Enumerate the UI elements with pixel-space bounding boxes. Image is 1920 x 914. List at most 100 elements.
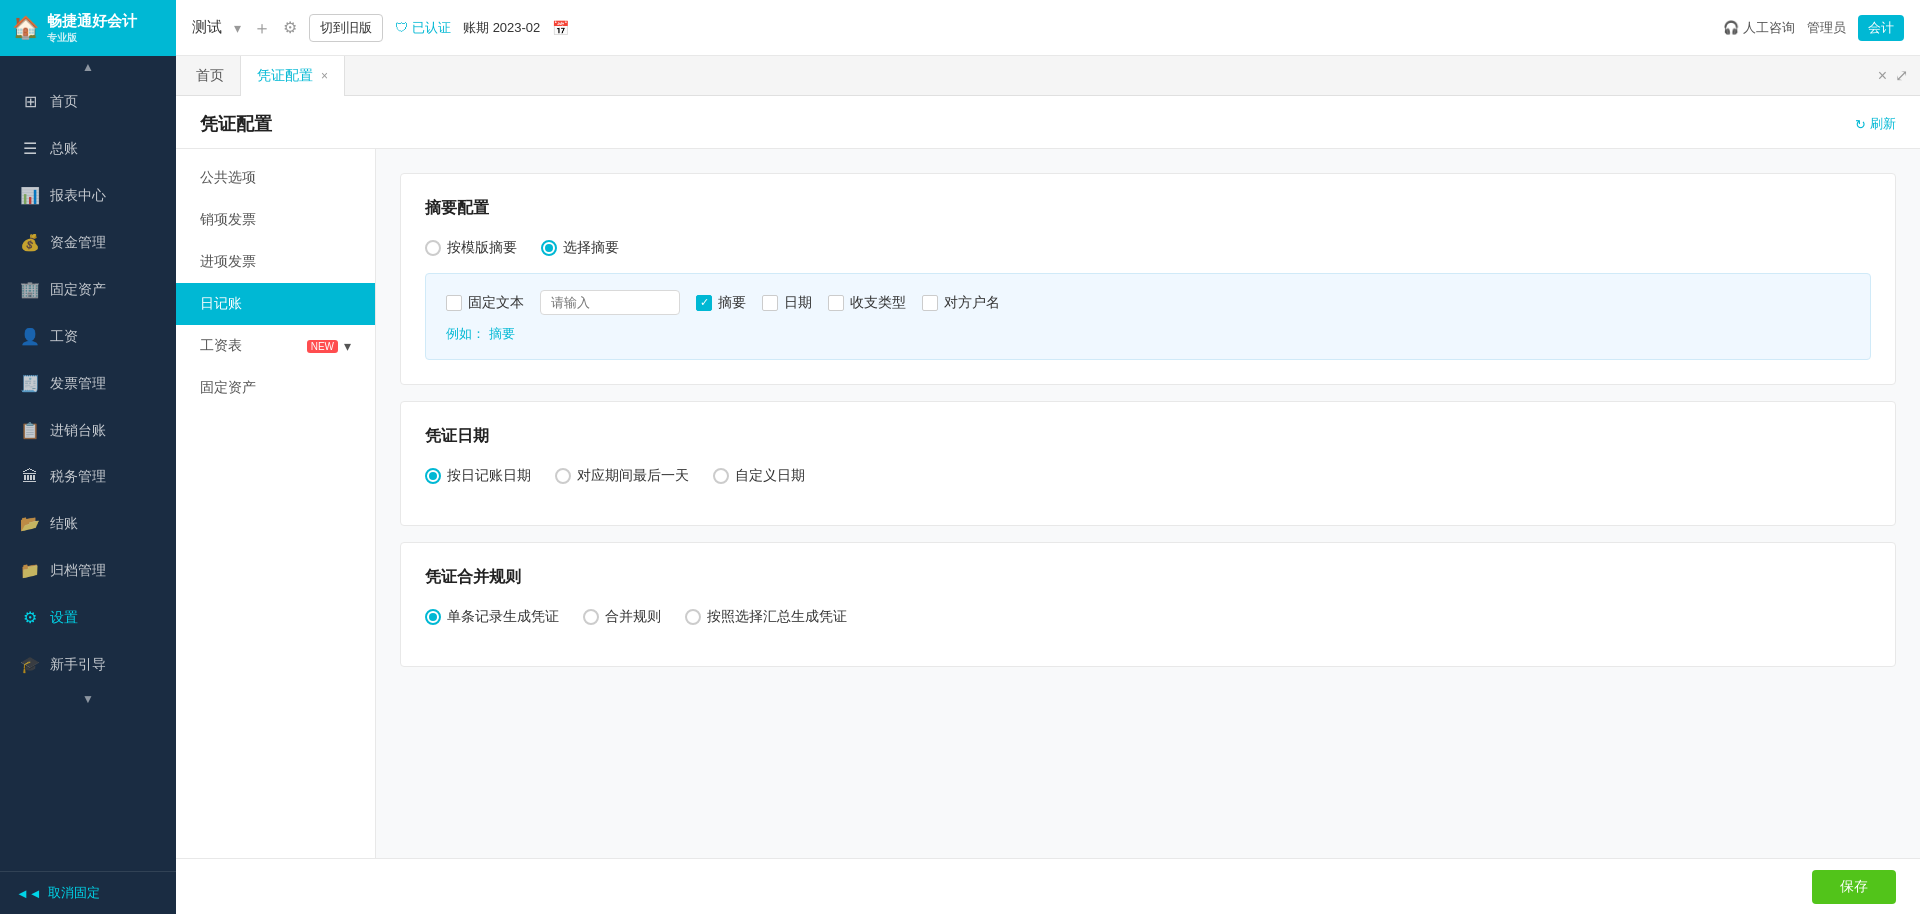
radio-journal-date[interactable]: 按日记账日期 <box>425 467 531 485</box>
left-nav-sales-invoice[interactable]: 销项发票 <box>176 199 375 241</box>
company-dropdown-icon[interactable]: ▾ <box>234 20 241 36</box>
sidebar-item-home[interactable]: ⊞ 首页 <box>0 78 176 125</box>
radio-period-last-day[interactable]: 对应期间最后一天 <box>555 467 689 485</box>
sidebar-item-tax[interactable]: 🏛 税务管理 <box>0 454 176 500</box>
sidebar-item-funds[interactable]: 💰 资金管理 <box>0 219 176 266</box>
tab-voucher-config-label: 凭证配置 <box>257 67 313 85</box>
sidebar-item-fixed-assets[interactable]: 🏢 固定资产 <box>0 266 176 313</box>
summary-radio-group: 按模版摘要 选择摘要 <box>425 239 1871 257</box>
sidebar-item-invoice-mgmt[interactable]: 🧾 发票管理 <box>0 360 176 407</box>
close-tab-btn[interactable]: × <box>1878 67 1887 85</box>
headset-icon: 🎧 <box>1723 20 1739 35</box>
merge-rules-section: 凭证合并规则 单条记录生成凭证 合并规则 按照选择汇总生成凭证 <box>400 542 1896 667</box>
save-button[interactable]: 保存 <box>1812 870 1896 904</box>
checkbox-income-type-label: 收支类型 <box>850 294 906 312</box>
radio-merge-rules[interactable]: 合并规则 <box>583 608 661 626</box>
left-nav-public-options[interactable]: 公共选项 <box>176 157 375 199</box>
checkbox-fixed-text[interactable]: 固定文本 <box>446 294 524 312</box>
app-edition: 专业版 <box>47 31 137 45</box>
sidebar-item-sales-ledger[interactable]: 📋 进销台账 <box>0 407 176 454</box>
checkbox-date[interactable]: 日期 <box>762 294 812 312</box>
company-name: 测试 <box>192 18 222 37</box>
tab-home[interactable]: 首页 <box>180 56 241 96</box>
tab-home-label: 首页 <box>196 67 224 85</box>
checkbox-summary[interactable]: ✓ 摘要 <box>696 294 746 312</box>
new-badge: NEW <box>307 340 338 353</box>
radio-circle-single-record <box>425 609 441 625</box>
accountant-label: 会计 <box>1858 15 1904 41</box>
main-area: 测试 ▾ ＋ ⚙ 切到旧版 🛡 已认证 账期 2023-02 📅 🎧 人工咨询 … <box>176 0 1920 914</box>
scroll-down-arrow[interactable]: ▼ <box>82 692 94 706</box>
archive-icon: 📁 <box>20 561 40 580</box>
refresh-btn[interactable]: ↻ 刷新 <box>1855 115 1896 133</box>
sidebar-item-settings[interactable]: ⚙ 设置 <box>0 594 176 641</box>
invoice-icon: 🧾 <box>20 374 40 393</box>
tax-icon: 🏛 <box>20 468 40 486</box>
switch-old-version-btn[interactable]: 切到旧版 <box>309 14 383 42</box>
example-prefix: 例如： <box>446 326 485 341</box>
sidebar-item-label: 设置 <box>50 609 78 627</box>
summary-config-section: 摘要配置 按模版摘要 选择摘要 <box>400 173 1896 385</box>
expand-btn[interactable]: ⤢ <box>1895 66 1908 85</box>
checkbox-counterparty[interactable]: 对方户名 <box>922 294 1000 312</box>
checkbox-date-label: 日期 <box>784 294 812 312</box>
add-company-btn[interactable]: ＋ <box>253 16 271 40</box>
sidebar-item-salary[interactable]: 👤 工资 <box>0 313 176 360</box>
radio-journal-date-label: 按日记账日期 <box>447 467 531 485</box>
radio-circle-merge-rules <box>583 609 599 625</box>
shield-icon: 🛡 <box>395 20 408 35</box>
checkbox-income-type[interactable]: 收支类型 <box>828 294 906 312</box>
checkbox-fixed-text-box <box>446 295 462 311</box>
sidebar-item-reports[interactable]: 📊 报表中心 <box>0 172 176 219</box>
close-accounts-icon: 📂 <box>20 514 40 533</box>
body-split: 公共选项 销项发票 进项发票 日记账 工资表 NEW ▾ <box>176 149 1920 858</box>
right-content: 摘要配置 按模版摘要 选择摘要 <box>376 149 1920 858</box>
left-nav-purchase-invoice[interactable]: 进项发票 <box>176 241 375 283</box>
tabbar: 首页 凭证配置 × × ⤢ <box>176 56 1920 96</box>
radio-circle-journal-date <box>425 468 441 484</box>
radio-circle-template <box>425 240 441 256</box>
sidebar-item-general-ledger[interactable]: ☰ 总账 <box>0 125 176 172</box>
voucher-date-section: 凭证日期 按日记账日期 对应期间最后一天 自定义日期 <box>400 401 1896 526</box>
example-value: 摘要 <box>489 326 515 341</box>
calendar-icon[interactable]: 📅 <box>552 20 569 36</box>
support-btn[interactable]: 🎧 人工咨询 <box>1723 19 1795 37</box>
voucher-date-radio-group: 按日记账日期 对应期间最后一天 自定义日期 <box>425 467 1871 485</box>
tab-close-icon[interactable]: × <box>321 69 328 83</box>
summary-config-box: 固定文本 ✓ 摘要 日期 <box>425 273 1871 360</box>
expand-arrow-icon: ▾ <box>344 338 351 354</box>
sidebar-item-archive[interactable]: 📁 归档管理 <box>0 547 176 594</box>
summary-checkboxes-row: 固定文本 ✓ 摘要 日期 <box>446 290 1850 315</box>
cancel-fixed-label: 取消固定 <box>48 884 100 902</box>
left-nav-payroll[interactable]: 工资表 NEW ▾ <box>176 325 375 367</box>
scroll-up-arrow[interactable]: ▲ <box>82 60 94 74</box>
radio-summary-generate[interactable]: 按照选择汇总生成凭证 <box>685 608 847 626</box>
tab-voucher-config[interactable]: 凭证配置 × <box>241 56 345 96</box>
sidebar-item-close-accounts[interactable]: 📂 结账 <box>0 500 176 547</box>
radio-custom-date[interactable]: 自定义日期 <box>713 467 805 485</box>
left-nav-journal[interactable]: 日记账 <box>176 283 375 325</box>
sidebar-item-label: 归档管理 <box>50 562 106 580</box>
tab-actions: × ⤢ <box>1878 66 1920 85</box>
sidebar-item-label: 固定资产 <box>50 281 106 299</box>
checkbox-summary-box: ✓ <box>696 295 712 311</box>
cancel-fixed-icon: ◄◄ <box>16 886 42 901</box>
radio-select-summary[interactable]: 选择摘要 <box>541 239 619 257</box>
radio-single-record[interactable]: 单条记录生成凭证 <box>425 608 559 626</box>
fixed-text-input[interactable] <box>540 290 680 315</box>
radio-summary-generate-label: 按照选择汇总生成凭证 <box>707 608 847 626</box>
radio-period-last-day-label: 对应期间最后一天 <box>577 467 689 485</box>
guide-icon: 🎓 <box>20 655 40 674</box>
left-nav-fixed-assets[interactable]: 固定资产 <box>176 367 375 409</box>
app-name: 畅捷通好会计 <box>47 12 137 31</box>
merge-rules-title: 凭证合并规则 <box>425 567 1871 588</box>
settings-icon: ⚙ <box>20 608 40 627</box>
sidebar-item-guide[interactable]: 🎓 新手引导 <box>0 641 176 688</box>
cancel-fixed-btn[interactable]: ◄◄ 取消固定 <box>0 871 176 914</box>
certified-label: 已认证 <box>412 19 451 37</box>
topbar: 测试 ▾ ＋ ⚙ 切到旧版 🛡 已认证 账期 2023-02 📅 🎧 人工咨询 … <box>176 0 1920 56</box>
sidebar-item-label: 新手引导 <box>50 656 106 674</box>
settings-gear-icon[interactable]: ⚙ <box>283 18 297 37</box>
radio-circle-summary-generate <box>685 609 701 625</box>
radio-template-summary[interactable]: 按模版摘要 <box>425 239 517 257</box>
